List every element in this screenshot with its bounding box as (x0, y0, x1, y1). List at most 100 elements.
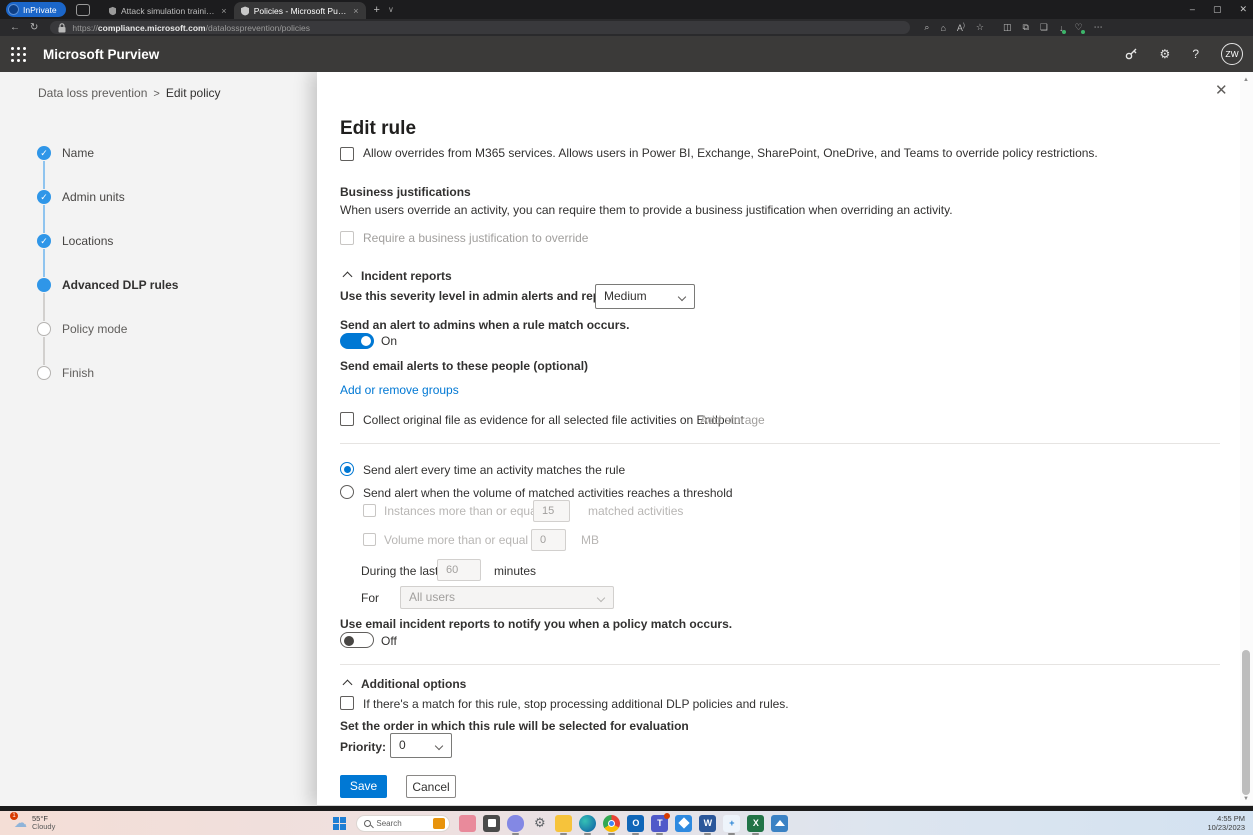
start-button[interactable] (333, 817, 346, 830)
require-justification-label: Require a business justification to over… (363, 231, 588, 246)
stop-processing-checkbox[interactable] (340, 696, 354, 710)
edge-icon[interactable] (579, 815, 596, 832)
severity-label: Use this severity level in admin alerts … (340, 289, 627, 304)
file-explorer-icon[interactable] (555, 815, 572, 832)
step-upcoming-icon (37, 366, 51, 380)
tab-list-chevron-icon[interactable]: ∨ (388, 5, 394, 14)
window-minimize-icon[interactable]: – (1190, 0, 1195, 19)
window-maximize-icon[interactable]: ▢ (1213, 0, 1222, 19)
people-icon[interactable] (459, 815, 476, 832)
save-button[interactable]: Save (340, 775, 387, 798)
panel-scrollbar[interactable]: ▲ ▼ (1240, 72, 1253, 805)
browser-essentials-icon[interactable]: ♡ (1075, 22, 1083, 33)
close-icon[interactable]: ✕ (1215, 81, 1228, 99)
tab-close-icon[interactable]: × (221, 6, 226, 16)
severity-dropdown[interactable]: Medium (595, 284, 695, 309)
quick-assist-icon[interactable]: + (723, 815, 740, 832)
during-input[interactable]: 60 (437, 559, 481, 581)
alert-every-time-radio[interactable] (340, 462, 354, 476)
shopping-bag-icon[interactable]: ⌂ (940, 23, 945, 33)
alert-admins-toggle[interactable] (340, 333, 374, 349)
read-aloud-icon[interactable]: A) (957, 23, 965, 33)
wizard-step-policy-mode[interactable]: Policy mode (62, 322, 127, 336)
alert-admins-label: Send an alert to admins when a rule matc… (340, 318, 629, 333)
divider (340, 664, 1220, 665)
new-tab-icon[interactable]: + (374, 4, 380, 16)
scrollbar-thumb[interactable] (1242, 650, 1250, 795)
tab-groups-icon[interactable]: ❏ (1040, 22, 1048, 33)
inprivate-badge[interactable]: InPrivate (6, 2, 66, 17)
wizard-step-admin-units[interactable]: Admin units (62, 190, 125, 204)
tab-search-icon[interactable] (76, 4, 90, 16)
key-icon[interactable] (1124, 47, 1138, 61)
alert-threshold-radio[interactable] (340, 485, 354, 499)
back-icon[interactable]: ← (10, 22, 20, 33)
incident-reports-heading[interactable]: Incident reports (361, 269, 452, 284)
chevron-down-icon (678, 293, 686, 301)
for-dropdown[interactable]: All users (400, 586, 614, 609)
app-launcher-icon[interactable] (11, 47, 26, 62)
zoom-icon[interactable]: ⌕ (924, 22, 929, 33)
taskbar-search[interactable]: Search (356, 815, 450, 832)
panel-title: Edit rule (340, 118, 416, 140)
collect-evidence-label: Collect original file as evidence for al… (363, 413, 744, 428)
collections-icon[interactable]: ⧉ (1022, 22, 1028, 33)
user-avatar[interactable]: ZW (1221, 43, 1243, 65)
teams-icon[interactable]: T (651, 815, 668, 832)
priority-dropdown[interactable]: 0 (390, 733, 452, 758)
browser-address-bar: ← ↻ https://compliance.microsoft.com/dat… (0, 19, 1253, 36)
for-label: For (361, 591, 379, 606)
email-reports-toggle[interactable] (340, 632, 374, 648)
favorites-star-icon[interactable]: ☆ (976, 22, 984, 33)
outlook-icon[interactable]: O (627, 815, 644, 832)
alert-admins-state: On (381, 334, 397, 349)
url-field[interactable]: https://compliance.microsoft.com/datalos… (50, 21, 910, 34)
add-remove-groups-link[interactable]: Add or remove groups (340, 383, 459, 397)
browser-tab-2[interactable]: Policies - Microsoft Purview × (234, 2, 366, 19)
settings-icon[interactable]: ⚙ (531, 815, 548, 832)
excel-icon[interactable]: X (747, 815, 764, 832)
more-menu-icon[interactable]: ⋯ (1094, 22, 1103, 33)
weather-widget[interactable]: ☁1 55°F Cloudy (14, 815, 55, 832)
collect-evidence-checkbox[interactable] (340, 412, 354, 426)
require-justification-checkbox[interactable] (340, 231, 354, 245)
split-screen-icon[interactable]: ◫ (1003, 22, 1012, 33)
chat-icon[interactable] (507, 815, 524, 832)
refresh-icon[interactable]: ↻ (30, 22, 38, 33)
edit-rule-panel: ✕ Edit rule Allow overrides from M365 se… (317, 72, 1253, 806)
allow-overrides-checkbox[interactable] (340, 147, 354, 161)
downloads-icon[interactable]: ↓ (1059, 23, 1064, 33)
wizard-step-advanced-dlp-rules[interactable]: Advanced DLP rules (62, 278, 178, 292)
instances-input[interactable]: 15 (533, 500, 570, 522)
add-storage-link[interactable]: Add storage (700, 413, 765, 427)
window-close-icon[interactable]: ✕ (1239, 0, 1247, 19)
volume-checkbox[interactable] (363, 533, 376, 546)
collapse-chevron-icon[interactable] (343, 680, 353, 690)
chrome-icon[interactable] (603, 815, 620, 832)
page-background: Data loss prevention>Edit policy ✓ Name … (0, 72, 317, 810)
collapse-chevron-icon[interactable] (343, 272, 353, 282)
volume-input[interactable]: 0 (531, 529, 566, 551)
paint-icon[interactable] (771, 815, 788, 832)
purview-header: Microsoft Purview ⚙ ? ZW (0, 36, 1253, 72)
word-icon[interactable]: W (699, 815, 716, 832)
url-domain: compliance.microsoft.com (98, 23, 206, 33)
during-suffix: minutes (494, 564, 536, 579)
wizard-step-name[interactable]: Name (62, 146, 94, 160)
additional-options-heading[interactable]: Additional options (361, 677, 466, 692)
scroll-down-icon[interactable]: ▼ (1243, 796, 1249, 802)
scroll-up-icon[interactable]: ▲ (1243, 77, 1249, 83)
url-scheme: https:// (72, 23, 98, 33)
cancel-button[interactable]: Cancel (406, 775, 456, 798)
help-icon[interactable]: ? (1192, 47, 1199, 61)
photos-icon[interactable] (675, 815, 692, 832)
gear-icon[interactable]: ⚙ (1160, 47, 1171, 61)
instances-checkbox[interactable] (363, 504, 376, 517)
taskbar-clock[interactable]: 4:55 PM 10/23/2023 (1207, 814, 1245, 832)
task-view-icon[interactable] (483, 815, 500, 832)
wizard-step-locations[interactable]: Locations (62, 234, 113, 248)
breadcrumb-parent[interactable]: Data loss prevention (38, 86, 147, 100)
tab-close-icon[interactable]: × (353, 6, 358, 16)
browser-tab-1[interactable]: Attack simulation training - Mic × (102, 2, 234, 19)
wizard-step-finish[interactable]: Finish (62, 366, 94, 380)
